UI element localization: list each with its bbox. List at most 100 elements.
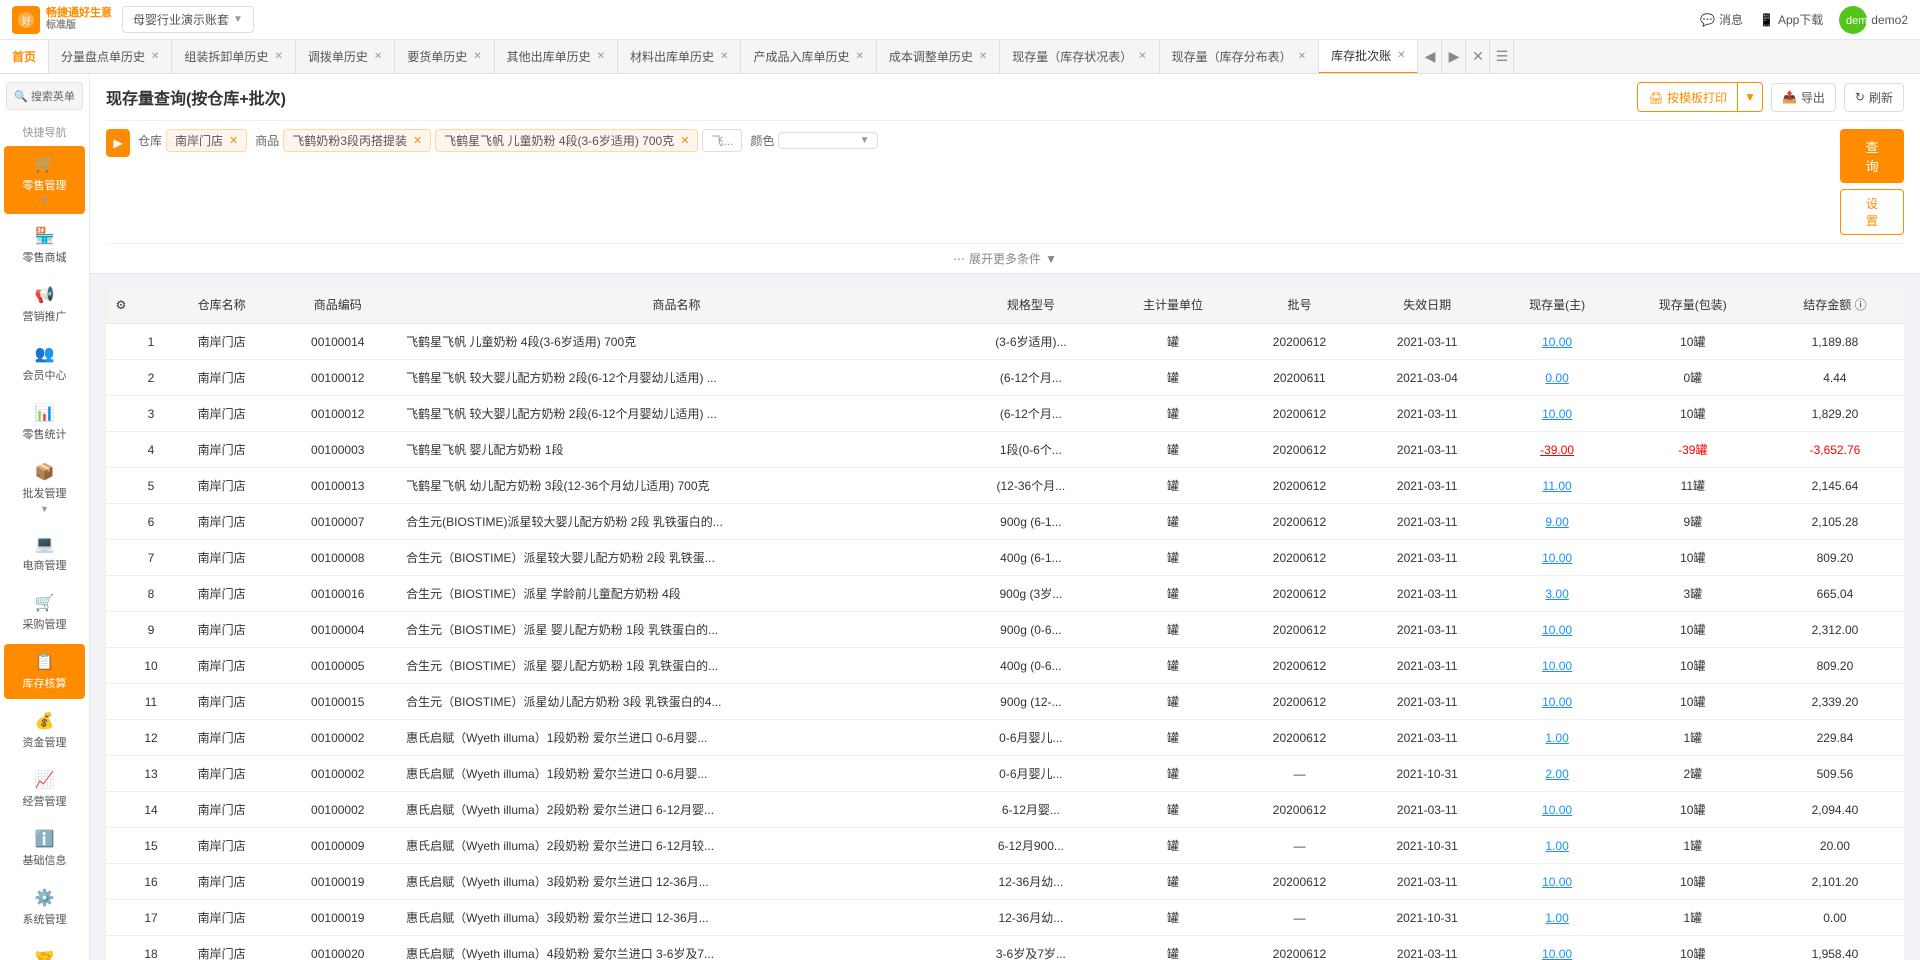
product-tag-1[interactable]: 飞鹤奶粉3段丙搭提装 ✕ (283, 129, 431, 152)
tab-chengben[interactable]: 成本调整单历史 ✕ (877, 40, 1000, 74)
tab-xianzai1[interactable]: 现存量（库存状况表） ✕ (1000, 40, 1159, 74)
logo-icon: 好 (12, 6, 40, 34)
close-icon[interactable]: ✕ (979, 51, 987, 62)
workspace-selector[interactable]: 母婴行业演示账套 ▼ (122, 6, 254, 33)
close-icon[interactable]: ✕ (151, 51, 159, 62)
close-icon[interactable]: ✕ (374, 51, 382, 62)
cell-balance: 229.84 (1766, 720, 1904, 756)
cell-stock-main[interactable]: 10.00 (1494, 792, 1619, 828)
cell-stock-main[interactable]: 3.00 (1494, 576, 1619, 612)
cell-stock-main[interactable]: 10.00 (1494, 684, 1619, 720)
tab-chengpin[interactable]: 产成品入库单历史 ✕ (741, 40, 876, 74)
tab-cailiao[interactable]: 材料出库单历史 ✕ (618, 40, 741, 74)
tab-pici[interactable]: 库存批次账 ✕ (1319, 40, 1418, 74)
cell-stock-main[interactable]: 11.00 (1494, 468, 1619, 504)
cell-expire: 2021-03-11 (1360, 936, 1495, 960)
tab-tiaopo[interactable]: 调拨单历史 ✕ (296, 40, 395, 74)
cell-stock-main[interactable]: 1.00 (1494, 720, 1619, 756)
cell-unit: 罐 (1107, 648, 1239, 684)
cell-stock-main[interactable]: 10.00 (1494, 612, 1619, 648)
cell-product-name: 惠氏启赋（Wyeth illuma）4段奶粉 爱尔兰进口 3-6岁及7... (398, 936, 955, 960)
cell-stock-pkg: 1罐 (1620, 900, 1766, 936)
print-dropdown-btn[interactable]: ▼ (1738, 85, 1762, 109)
color-dropdown[interactable]: ▼ (778, 132, 878, 149)
col-product-name: 商品名称 (398, 286, 955, 324)
close-icon[interactable]: ✕ (1138, 51, 1146, 62)
cell-stock-main[interactable]: -39.00 (1494, 432, 1619, 468)
sidebar-item-member[interactable]: 👥 会员中心 (4, 336, 85, 391)
settings-button[interactable]: 设置 (1840, 189, 1904, 235)
sidebar-item-retail-mall[interactable]: 🏪 零售商城 (4, 218, 85, 273)
cell-stock-main[interactable]: 1.00 (1494, 828, 1619, 864)
warehouse-tag[interactable]: 南岸门店 ✕ (166, 129, 247, 152)
close-icon[interactable]: ✕ (720, 51, 728, 62)
app-download-btn[interactable]: 📱 App下载 (1759, 11, 1823, 28)
cell-stock-main[interactable]: 10.00 (1494, 648, 1619, 684)
cell-stock-main[interactable]: 2.00 (1494, 756, 1619, 792)
col-settings[interactable]: ⚙ (106, 286, 136, 324)
close-icon[interactable]: ✕ (1397, 50, 1405, 61)
cell-stock-main[interactable]: 1.00 (1494, 900, 1619, 936)
cell-balance: 809.20 (1766, 540, 1904, 576)
sidebar-item-wholesale[interactable]: 📦 批发管理 ▼ (4, 454, 85, 522)
cell-stock-main[interactable]: 10.00 (1494, 540, 1619, 576)
filter-expand-btn[interactable]: ▶ (106, 129, 130, 157)
export-btn[interactable]: 📤 导出 (1771, 83, 1836, 112)
sidebar-item-ecommerce[interactable]: 💻 电商管理 (4, 526, 85, 581)
cell-stock-main[interactable]: 9.00 (1494, 504, 1619, 540)
cell-balance: 1,189.88 (1766, 324, 1904, 360)
tab-home[interactable]: 首页 (0, 40, 49, 74)
remove-warehouse-icon[interactable]: ✕ (229, 134, 238, 147)
sidebar-item-enterprise[interactable]: 🤝 企业协同 (4, 939, 85, 960)
cell-product-code: 00100009 (277, 828, 398, 864)
sidebar-item-marketing[interactable]: 📢 营销推广 (4, 277, 85, 332)
query-button[interactable]: 查询 (1840, 129, 1904, 183)
table-row: 1 南岸门店 00100014 飞鹤星飞帆 儿童奶粉 4段(3-6岁适用) 70… (106, 324, 1904, 360)
cell-batch: 20200612 (1239, 504, 1360, 540)
download-icon: 📱 (1759, 13, 1774, 27)
col-product-code: 商品编码 (277, 286, 398, 324)
close-icon[interactable]: ✕ (597, 51, 605, 62)
cell-product-name: 飞鹤星飞帆 较大婴儿配方奶粉 2段(6-12个月婴幼儿适用) ... (398, 396, 955, 432)
sidebar-item-retail-stats[interactable]: 📊 零售统计 (4, 395, 85, 450)
tab-xianzai2[interactable]: 现存量（库存分布表） ✕ (1160, 40, 1319, 74)
cell-balance: 2,101.20 (1766, 864, 1904, 900)
sidebar-item-finance[interactable]: 💰 资金管理 (4, 703, 85, 758)
tab-menu-btn[interactable]: ☰ (1490, 40, 1514, 74)
cell-stock-main[interactable]: 10.00 (1494, 396, 1619, 432)
remove-product2-icon[interactable]: ✕ (680, 134, 689, 147)
sidebar-item-retail-mgmt[interactable]: 🛒 零售管理 ▼ (4, 146, 85, 214)
tab-next-btn[interactable]: ▶ (1442, 40, 1466, 74)
tab-prev-btn[interactable]: ◀ (1418, 40, 1442, 74)
cell-stock-main[interactable]: 0.00 (1494, 360, 1619, 396)
message-btn[interactable]: 💬 消息 (1700, 11, 1743, 28)
sidebar-item-inventory[interactable]: 📋 库存核算 (4, 644, 85, 699)
close-icon[interactable]: ✕ (473, 51, 481, 62)
user-avatar-area[interactable]: demo demo2 (1839, 6, 1908, 34)
close-icon[interactable]: ✕ (1298, 51, 1306, 62)
expand-conditions-btn[interactable]: ⋯ 展开更多条件 ▼ (953, 250, 1057, 267)
marketing-icon: 📢 (35, 285, 55, 305)
close-icon[interactable]: ✕ (855, 51, 863, 62)
sidebar-item-system[interactable]: ⚙️ 系统管理 (4, 880, 85, 935)
tab-yaohuo[interactable]: 要货单历史 ✕ (395, 40, 494, 74)
product-tag-2[interactable]: 飞鹤星飞帆 儿童奶粉 4段(3-6岁适用) 700克 ✕ (435, 129, 698, 152)
tab-fenku[interactable]: 分量盘点单历史 ✕ (49, 40, 172, 74)
close-icon[interactable]: ✕ (274, 51, 282, 62)
cell-stock-main[interactable]: 10.00 (1494, 864, 1619, 900)
cell-stock-pkg: 11罐 (1620, 468, 1766, 504)
tab-qita[interactable]: 其他出库单历史 ✕ (495, 40, 618, 74)
refresh-btn[interactable]: ↻ 刷新 (1844, 83, 1904, 112)
sidebar-item-operation[interactable]: 📈 经营管理 (4, 762, 85, 817)
cell-stock-main[interactable]: 10.00 (1494, 324, 1619, 360)
sidebar-item-purchase[interactable]: 🛒 采购管理 (4, 585, 85, 640)
product-more-btn[interactable]: 飞... (702, 129, 742, 152)
print-template-btn[interactable]: 🖨 按模板打印 (1638, 84, 1737, 111)
tab-zuchai[interactable]: 组装拆卸单历史 ✕ (172, 40, 295, 74)
cell-stock-main[interactable]: 10.00 (1494, 936, 1619, 960)
search-btn[interactable]: 🔍 搜索英单 (6, 82, 83, 110)
remove-product1-icon[interactable]: ✕ (413, 134, 422, 147)
row-num: 9 (136, 612, 166, 648)
sidebar-item-basic[interactable]: ℹ️ 基础信息 (4, 821, 85, 876)
tab-close-btn[interactable]: ✕ (1466, 40, 1490, 74)
